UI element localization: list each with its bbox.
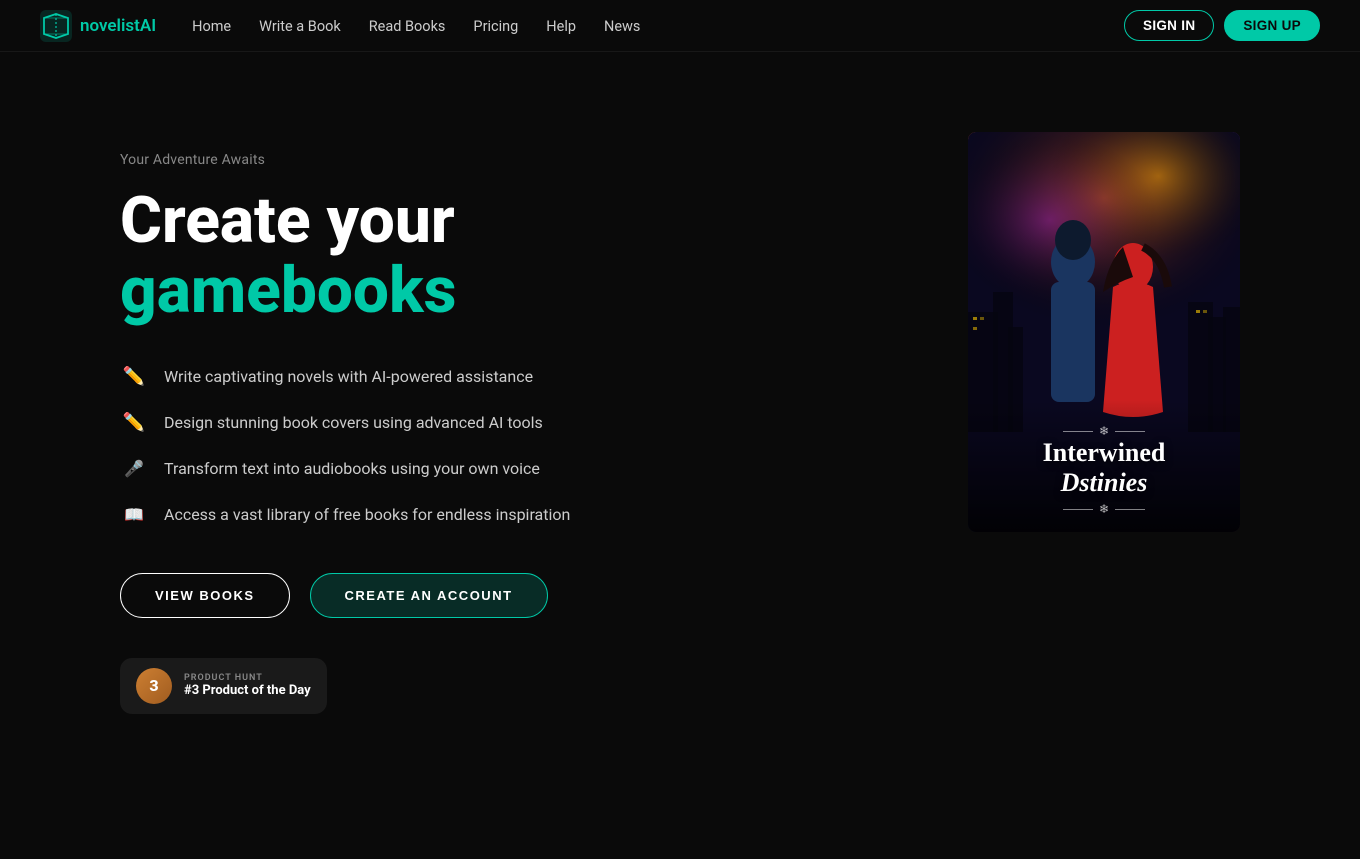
deco-snowflake-icon-bottom: ❄ bbox=[1099, 502, 1109, 516]
nav-item-write-a-book[interactable]: Write a Book bbox=[259, 18, 341, 35]
nav-item-home[interactable]: Home bbox=[192, 18, 231, 35]
nav-item-read-books[interactable]: Read Books bbox=[369, 18, 446, 35]
book-title: Interwined Dstinies bbox=[984, 438, 1224, 498]
nav-item-news[interactable]: News bbox=[604, 18, 640, 35]
signup-button[interactable]: SIGN UP bbox=[1224, 10, 1320, 41]
hero-right: ❄ Interwined Dstinies ❄ bbox=[968, 132, 1240, 532]
microphone-icon: 🎤 bbox=[120, 455, 148, 483]
book-cover-art: ❄ Interwined Dstinies ❄ bbox=[968, 132, 1240, 532]
hero-left: Your Adventure Awaits Create your gamebo… bbox=[120, 132, 720, 714]
view-books-button[interactable]: VIEW BOOKS bbox=[120, 573, 290, 618]
feature-item-audio: 🎤 Transform text into audiobooks using y… bbox=[120, 455, 720, 483]
logo-icon bbox=[40, 10, 72, 42]
book-title-overlay: ❄ Interwined Dstinies ❄ bbox=[968, 400, 1240, 532]
navbar: novelistAI Home Write a Book Read Books … bbox=[0, 0, 1360, 52]
feature-item-library: 📖 Access a vast library of free books fo… bbox=[120, 501, 720, 529]
product-hunt-badge[interactable]: 3 PRODUCT HUNT #3 Product of the Day bbox=[120, 658, 327, 714]
feature-text-4: Access a vast library of free books for … bbox=[164, 505, 570, 524]
logo[interactable]: novelistAI bbox=[40, 10, 156, 42]
nav-item-help[interactable]: Help bbox=[546, 18, 576, 35]
title-decoration-bottom: ❄ bbox=[984, 502, 1224, 516]
nav-right: SIGN IN SIGN UP bbox=[1124, 10, 1320, 41]
book-icon: 📖 bbox=[120, 501, 148, 529]
logo-text: novelistAI bbox=[80, 16, 156, 36]
hero-title-prefix: Create your bbox=[120, 183, 455, 258]
nav-links: Home Write a Book Read Books Pricing Hel… bbox=[192, 16, 640, 35]
hero-subtitle: Your Adventure Awaits bbox=[120, 152, 720, 168]
ph-medal: 3 bbox=[136, 668, 172, 704]
nav-item-pricing[interactable]: Pricing bbox=[473, 18, 518, 35]
ph-text-block: PRODUCT HUNT #3 Product of the Day bbox=[184, 673, 311, 698]
hero-title-accent: gamebooks bbox=[120, 253, 456, 328]
create-account-button[interactable]: CREATE AN ACCOUNT bbox=[310, 573, 548, 618]
pencil-icon-1: ✏️ bbox=[120, 363, 148, 391]
ph-label-top: PRODUCT HUNT bbox=[184, 673, 311, 683]
feature-text-3: Transform text into audiobooks using you… bbox=[164, 459, 540, 478]
ph-label-bottom: #3 Product of the Day bbox=[184, 683, 311, 698]
feature-list: ✏️ Write captivating novels with AI-powe… bbox=[120, 363, 720, 529]
hero-section: Your Adventure Awaits Create your gamebo… bbox=[0, 52, 1360, 774]
pencil-icon-2: ✏️ bbox=[120, 409, 148, 437]
feature-text-2: Design stunning book covers using advanc… bbox=[164, 413, 543, 432]
hero-title: Create your gamebooks bbox=[120, 186, 720, 327]
book-cover: ❄ Interwined Dstinies ❄ bbox=[968, 132, 1240, 532]
cta-button-group: VIEW BOOKS CREATE AN ACCOUNT bbox=[120, 573, 720, 618]
feature-item-novel: ✏️ Write captivating novels with AI-powe… bbox=[120, 363, 720, 391]
feature-text-1: Write captivating novels with AI-powered… bbox=[164, 367, 533, 386]
title-decoration-top: ❄ bbox=[984, 424, 1224, 438]
feature-item-cover: ✏️ Design stunning book covers using adv… bbox=[120, 409, 720, 437]
deco-snowflake-icon: ❄ bbox=[1099, 424, 1109, 438]
nav-left: novelistAI Home Write a Book Read Books … bbox=[40, 10, 640, 42]
signin-button[interactable]: SIGN IN bbox=[1124, 10, 1214, 41]
